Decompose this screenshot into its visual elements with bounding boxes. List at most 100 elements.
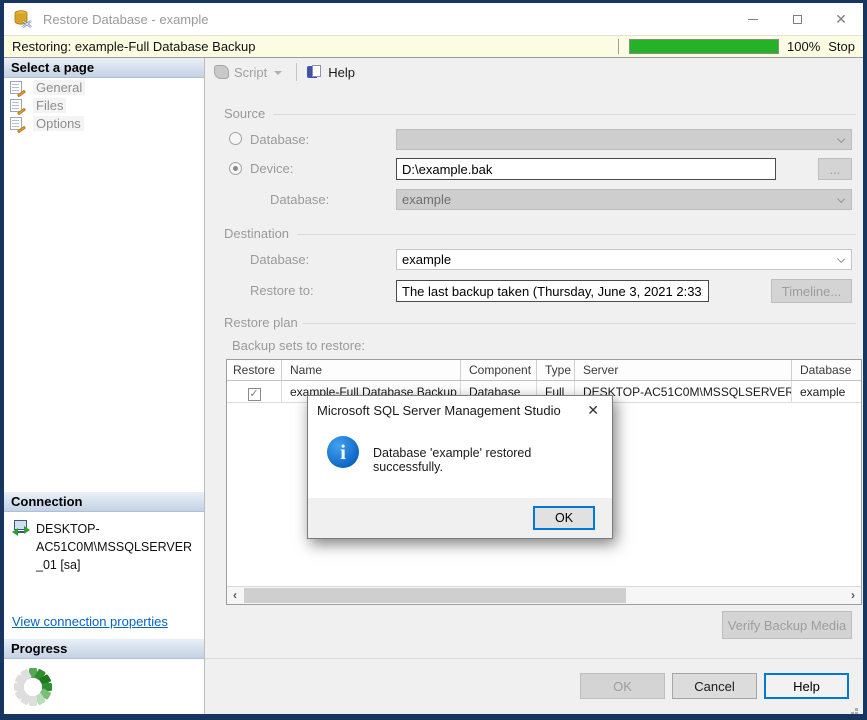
source-database-radio[interactable]: [229, 132, 242, 145]
minimize-icon: [748, 18, 758, 20]
help-book-icon: [307, 65, 323, 79]
sidebar: Select a page General Files Options Conn…: [4, 58, 205, 714]
source-device-radio[interactable]: [229, 162, 242, 175]
message-box-close-icon[interactable]: ✕: [583, 402, 603, 419]
page-icon: [10, 80, 27, 97]
scroll-right-icon[interactable]: ›: [845, 587, 861, 604]
browse-device-button[interactable]: ...: [818, 158, 852, 180]
server-connection-icon: [12, 519, 30, 536]
toolbar-separator: [296, 63, 298, 81]
sidebar-item-label: Options: [33, 115, 84, 131]
progress-bar: [629, 39, 779, 54]
connection-header: Connection: [4, 491, 204, 512]
window-title: Restore Database - example: [43, 11, 209, 27]
source-group-label: Source: [224, 106, 266, 121]
main-panel: Script Help Source Database: Device: ...…: [205, 58, 863, 714]
ok-button[interactable]: OK: [580, 673, 665, 699]
cancel-button[interactable]: Cancel: [672, 673, 757, 699]
chevron-down-icon: [836, 254, 846, 264]
source-group-line: [273, 114, 856, 115]
restore-database-window: Restore Database - example ✕ Restoring: …: [0, 0, 867, 720]
progress-fill: [630, 40, 778, 53]
column-header-type[interactable]: Type: [537, 360, 575, 380]
maximize-button[interactable]: [775, 3, 819, 35]
chevron-down-icon: [836, 134, 846, 144]
resize-grip[interactable]: [855, 708, 858, 711]
progress-spinner-icon: [14, 668, 52, 706]
verify-backup-media-button[interactable]: Verify Backup Media: [722, 611, 852, 639]
backup-sets-label: Backup sets to restore:: [232, 338, 365, 353]
sidebar-item-label: General: [33, 79, 86, 95]
message-box-footer: OK: [308, 498, 612, 538]
scrollbar-thumb[interactable]: [244, 588, 626, 603]
destination-database-value: example: [402, 252, 452, 267]
grid-header-row: Restore Name Component Type Server Datab…: [227, 360, 861, 381]
source-database2-label: Database:: [270, 192, 330, 207]
restore-plan-group-line: [303, 323, 856, 324]
source-database-label: Database:: [250, 132, 310, 147]
horizontal-scrollbar[interactable]: ‹ ›: [227, 586, 861, 604]
destination-group-line: [297, 234, 856, 235]
message-box-ok-button[interactable]: OK: [533, 506, 595, 530]
restore-checkbox[interactable]: ✓: [247, 388, 261, 401]
window-controls: ✕: [731, 3, 863, 35]
connection-name: DESKTOP-AC51C0M\MSSQLSERVER_01 [sa]: [36, 521, 193, 572]
destination-database-select[interactable]: example: [396, 249, 852, 270]
sidebar-item-options[interactable]: Options: [4, 114, 204, 133]
script-dropdown-icon[interactable]: [274, 71, 283, 75]
maximize-icon: [792, 14, 802, 24]
close-icon: ✕: [835, 11, 847, 27]
column-header-database[interactable]: Database: [792, 360, 861, 380]
message-box-title: Microsoft SQL Server Management Studio: [317, 402, 561, 418]
column-header-component[interactable]: Component: [461, 360, 537, 380]
select-a-page-header: Select a page: [4, 58, 204, 78]
view-connection-properties-link[interactable]: View connection properties: [12, 614, 198, 629]
connection-entry: DESKTOP-AC51C0M\MSSQLSERVER_01 [sa]: [4, 512, 204, 578]
timeline-button[interactable]: Timeline...: [771, 279, 852, 303]
source-database2-value: example: [402, 192, 452, 207]
status-progress-area: 100% Stop: [618, 39, 855, 54]
column-header-server[interactable]: Server: [575, 360, 792, 380]
scroll-left-icon[interactable]: ‹: [227, 587, 243, 604]
sidebar-item-files[interactable]: Files: [4, 96, 204, 115]
footer-separator: [205, 658, 863, 659]
status-separator: [618, 39, 619, 54]
progress-percent: 100%: [787, 39, 821, 54]
message-box: Microsoft SQL Server Management Studio ✕…: [307, 395, 613, 539]
sidebar-item-label: Files: [33, 97, 67, 113]
database-cell: example: [800, 385, 846, 399]
page-icon: [10, 116, 27, 133]
script-icon: [214, 65, 229, 79]
restore-plan-group-label: Restore plan: [224, 315, 298, 330]
message-box-content: i Database 'example' restored successful…: [308, 424, 612, 474]
column-header-name[interactable]: Name: [282, 360, 461, 380]
sidebar-item-general[interactable]: General: [4, 78, 204, 97]
destination-group-label: Destination: [224, 226, 290, 241]
title-bar: Restore Database - example ✕: [4, 3, 863, 35]
close-button[interactable]: ✕: [819, 3, 863, 35]
message-box-text: Database 'example' restored successfully…: [373, 446, 532, 474]
restore-to-label: Restore to:: [250, 283, 314, 298]
destination-database-label: Database:: [250, 252, 310, 267]
status-text: Restoring: example-Full Database Backup: [12, 39, 256, 54]
stop-button[interactable]: Stop: [828, 39, 855, 54]
minimize-button[interactable]: [731, 3, 775, 35]
progress-spinner-wrap: [4, 659, 204, 714]
page-icon: [10, 98, 27, 115]
progress-header: Progress: [4, 639, 204, 659]
toolbar-help-button[interactable]: Help: [328, 65, 355, 80]
source-database-select[interactable]: [396, 129, 852, 150]
restore-to-input[interactable]: [396, 280, 709, 302]
chevron-down-icon: [836, 194, 846, 204]
toolbar: Script Help: [205, 58, 863, 86]
message-box-title-bar: Microsoft SQL Server Management Studio ✕: [308, 396, 612, 424]
column-header-restore[interactable]: Restore: [227, 360, 282, 380]
source-database2-select[interactable]: example: [396, 189, 852, 210]
restore-status-bar: Restoring: example-Full Database Backup …: [4, 35, 863, 58]
restore-database-icon: [14, 10, 32, 28]
window-body: Select a page General Files Options Conn…: [4, 58, 863, 714]
device-path-input[interactable]: [396, 158, 776, 180]
script-button[interactable]: Script: [234, 65, 267, 80]
help-button[interactable]: Help: [764, 673, 849, 699]
